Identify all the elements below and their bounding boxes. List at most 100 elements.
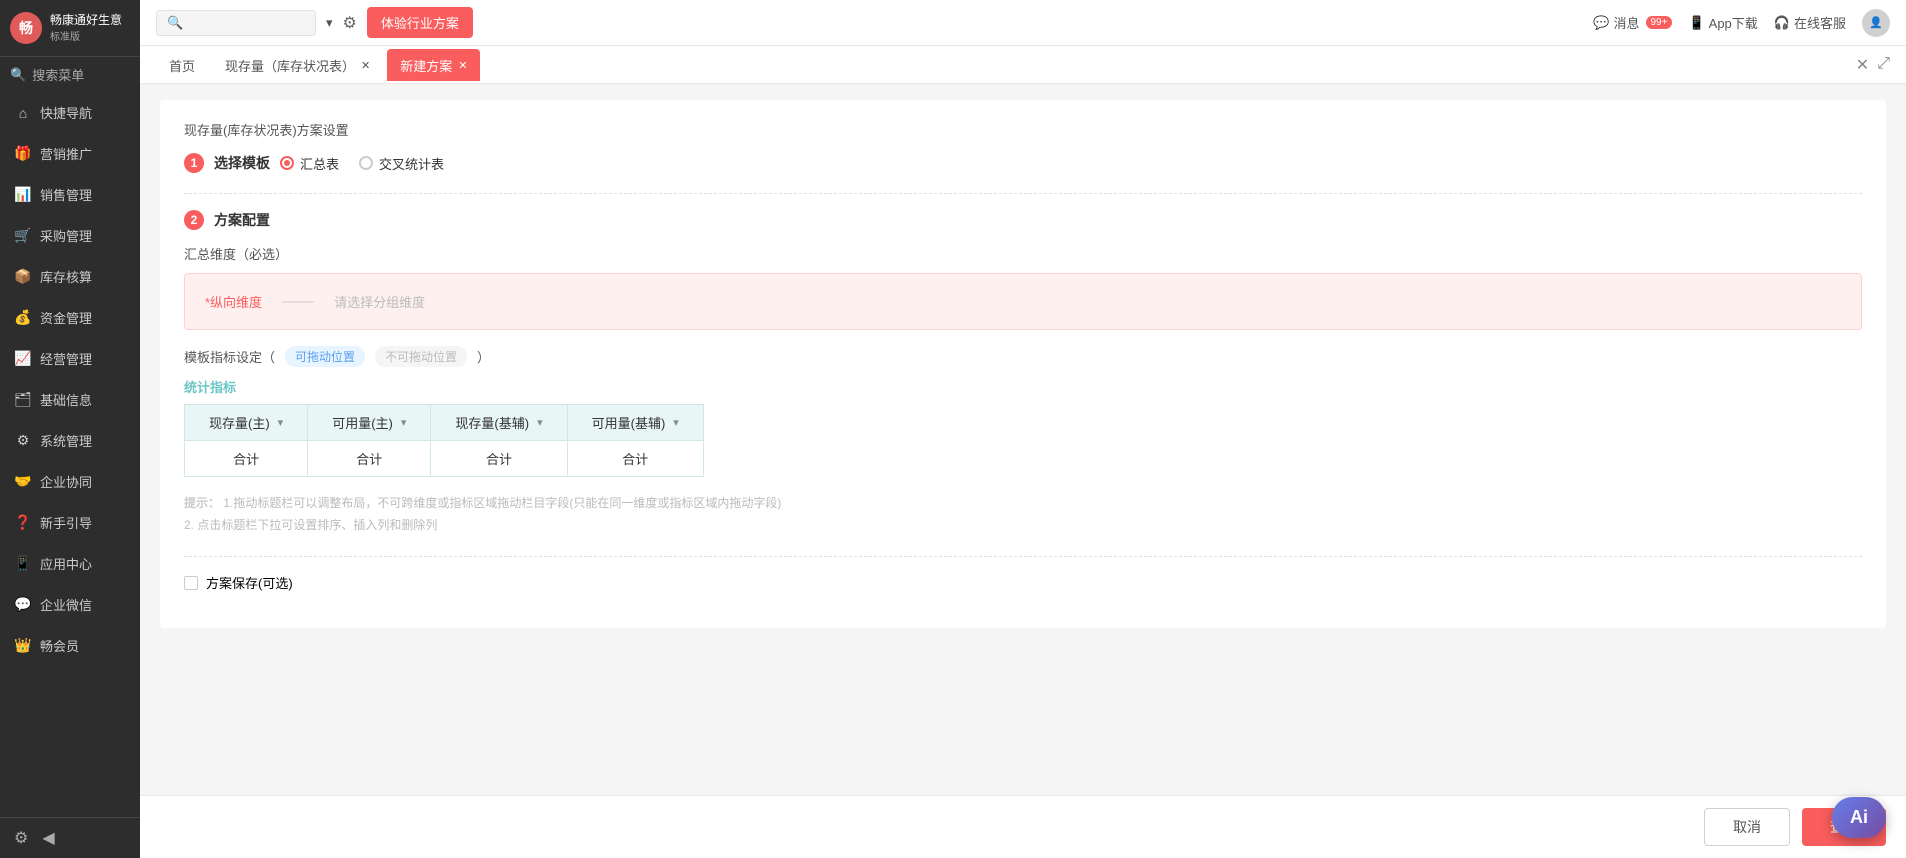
header-right: 💬 消息 99+ 📱 App下载 🎧 在线客服 👤	[1593, 9, 1890, 37]
section-divider-1	[184, 193, 1862, 194]
apps-icon: 📱	[14, 555, 32, 573]
col4-dropdown-icon[interactable]: ▾	[673, 416, 679, 429]
sidebar-search[interactable]: 🔍 搜索菜单	[0, 57, 140, 92]
tips-content-2: 2. 点击标题栏下拉可设置排序、插入列和删除列	[184, 518, 437, 532]
dimension-dash: ——	[282, 293, 314, 311]
radio-cross-label: 交叉统计表	[379, 154, 444, 173]
app-download-item[interactable]: 📱 App下载	[1688, 13, 1757, 32]
tab-home-label: 首页	[169, 56, 195, 75]
tab-inventory-status[interactable]: 现存量（库存状况表） ✕	[212, 49, 383, 81]
step1-badge: 1	[184, 153, 204, 173]
sidebar-item-label: 基础信息	[40, 390, 92, 409]
collapse-icon[interactable]: ◀	[42, 828, 54, 848]
dimension-placeholder: 请选择分组维度	[334, 292, 425, 311]
sidebar-item-inventory[interactable]: 📦 库存核算	[0, 256, 140, 297]
save-option: 方案保存(可选)	[184, 556, 1862, 608]
non-draggable-badge: 不可拖动位置	[375, 346, 467, 367]
ai-float-button[interactable]: Ai	[1832, 797, 1886, 838]
col4-label: 可用量(基辅)	[592, 413, 666, 432]
step1-header: 1 选择模板 汇总表 交叉统计表	[184, 153, 1862, 173]
settings-card: 现存量(库存状况表)方案设置 1 选择模板 汇总表	[160, 100, 1886, 628]
sidebar-item-marketing[interactable]: 🎁 营销推广	[0, 133, 140, 174]
step1-section: 1 选择模板 汇总表 交叉统计表	[184, 153, 1862, 173]
expand-icon[interactable]: ⤢	[1877, 55, 1890, 75]
radio-summary[interactable]: 汇总表	[280, 154, 339, 173]
sidebar-item-system[interactable]: ⚙ 系统管理	[0, 420, 140, 461]
sidebar-item-operations[interactable]: 📈 经营管理	[0, 338, 140, 379]
sales-icon: 📊	[14, 186, 32, 204]
sidebar-logo: 畅 畅康通好生意 标准版	[0, 0, 140, 57]
col2-summary: 合计	[308, 441, 431, 477]
radio-summary-label: 汇总表	[300, 154, 339, 173]
sidebar-item-apps[interactable]: 📱 应用中心	[0, 543, 140, 584]
window-controls: ✕ ⤢	[1856, 55, 1890, 75]
tips-line1: 提示： 1.拖动标题栏可以调整布局，不可跨维度或指标区域拖动栏目字段(只能在同一…	[184, 493, 1862, 515]
tab-home[interactable]: 首页	[156, 49, 208, 81]
col1-header[interactable]: 现存量(主) ▾	[185, 405, 308, 441]
col3-dropdown-icon[interactable]: ▾	[537, 416, 543, 429]
col3-header[interactable]: 现存量(基辅) ▾	[431, 405, 567, 441]
tab-new-plan[interactable]: 新建方案 ✕	[387, 49, 480, 81]
sidebar-item-enterprise[interactable]: 🤝 企业协同	[0, 461, 140, 502]
draggable-badge: 可拖动位置	[285, 346, 365, 367]
dropdown-chevron-icon: ▾	[326, 15, 333, 31]
col1-label: 现存量(主)	[209, 413, 270, 432]
cancel-button[interactable]: 取消	[1704, 808, 1790, 846]
sidebar-item-finance[interactable]: 💰 资金管理	[0, 297, 140, 338]
indicator-settings-label: 模板指标设定（ 可拖动位置 不可拖动位置 ）	[184, 346, 1862, 367]
radio-cross[interactable]: 交叉统计表	[359, 154, 444, 173]
sidebar-item-member[interactable]: 👑 畅会员	[0, 625, 140, 666]
header-search-input[interactable]	[189, 16, 305, 30]
save-checkbox[interactable]	[184, 576, 198, 590]
online-support-item[interactable]: 🎧 在线客服	[1774, 13, 1846, 32]
sidebar-item-label: 畅会员	[40, 636, 79, 655]
col2-dropdown-icon[interactable]: ▾	[401, 416, 407, 429]
template-radio-group: 汇总表 交叉统计表	[280, 154, 444, 173]
sidebar-item-label: 经营管理	[40, 349, 92, 368]
col3-label: 现存量(基辅)	[455, 413, 529, 432]
sidebar-item-newbie[interactable]: ❓ 新手引导	[0, 502, 140, 543]
app-name: 畅康通好生意	[50, 13, 122, 29]
top-header: 🔍 ▾ ⚙ 体验行业方案 💬 消息 99+ 📱 App下载 🎧 在线客服	[140, 0, 1906, 46]
dimension-box[interactable]: *纵向维度 —— 请选择分组维度	[184, 273, 1862, 330]
sidebar-item-wechat[interactable]: 💬 企业微信	[0, 584, 140, 625]
wechat-icon: 💬	[14, 596, 32, 614]
header-search-box[interactable]: 🔍	[156, 10, 316, 36]
sidebar-item-sales[interactable]: 📊 销售管理	[0, 174, 140, 215]
trial-button[interactable]: 体验行业方案	[367, 7, 473, 38]
member-icon: 👑	[14, 637, 32, 655]
sidebar-item-basic[interactable]: 🗂 基础信息	[0, 379, 140, 420]
sidebar-item-label: 企业微信	[40, 595, 92, 614]
quick-nav-icon: ⌂	[14, 104, 32, 122]
col4-header[interactable]: 可用量(基辅) ▾	[567, 405, 703, 441]
col1-dropdown-icon[interactable]: ▾	[278, 416, 284, 429]
col2-label: 可用量(主)	[332, 413, 393, 432]
header-dropdown[interactable]: ▾	[326, 15, 333, 31]
step2-badge: 2	[184, 210, 204, 230]
headset-icon: 🎧	[1774, 15, 1790, 31]
purchase-icon: 🛒	[14, 227, 32, 245]
sidebar-item-quick-nav[interactable]: ⌂ 快捷导航	[0, 92, 140, 133]
header-left: 🔍 ▾ ⚙ 体验行业方案	[156, 7, 473, 38]
settings-icon[interactable]: ⚙	[14, 828, 28, 848]
tab-inventory-label: 现存量（库存状况表）	[225, 56, 355, 75]
tab-bar: 首页 现存量（库存状况表） ✕ 新建方案 ✕ ✕ ⤢	[140, 46, 1906, 84]
marketing-icon: 🎁	[14, 145, 32, 163]
sidebar-bottom: ⚙ ◀	[0, 817, 140, 858]
tab-inventory-close-icon[interactable]: ✕	[361, 59, 370, 72]
indicator-settings: 模板指标设定（ 可拖动位置 不可拖动位置 ） 统计指标	[184, 346, 1862, 477]
messages-item[interactable]: 💬 消息 99+	[1593, 13, 1672, 32]
col3-summary: 合计	[431, 441, 567, 477]
close-window-icon[interactable]: ✕	[1856, 55, 1869, 75]
col2-header[interactable]: 可用量(主) ▾	[308, 405, 431, 441]
newbie-icon: ❓	[14, 514, 32, 532]
header-gear-icon[interactable]: ⚙	[343, 13, 357, 33]
sidebar-item-label: 资金管理	[40, 308, 92, 327]
radio-cross-circle	[359, 156, 373, 170]
stats-table: 现存量(主) ▾ 可用量(主) ▾	[184, 404, 704, 477]
tab-new-plan-close-icon[interactable]: ✕	[458, 59, 467, 72]
app-sub: 标准版	[50, 28, 122, 43]
sidebar-item-purchase[interactable]: 🛒 采购管理	[0, 215, 140, 256]
user-avatar[interactable]: 👤	[1862, 9, 1890, 37]
radio-summary-circle	[280, 156, 294, 170]
